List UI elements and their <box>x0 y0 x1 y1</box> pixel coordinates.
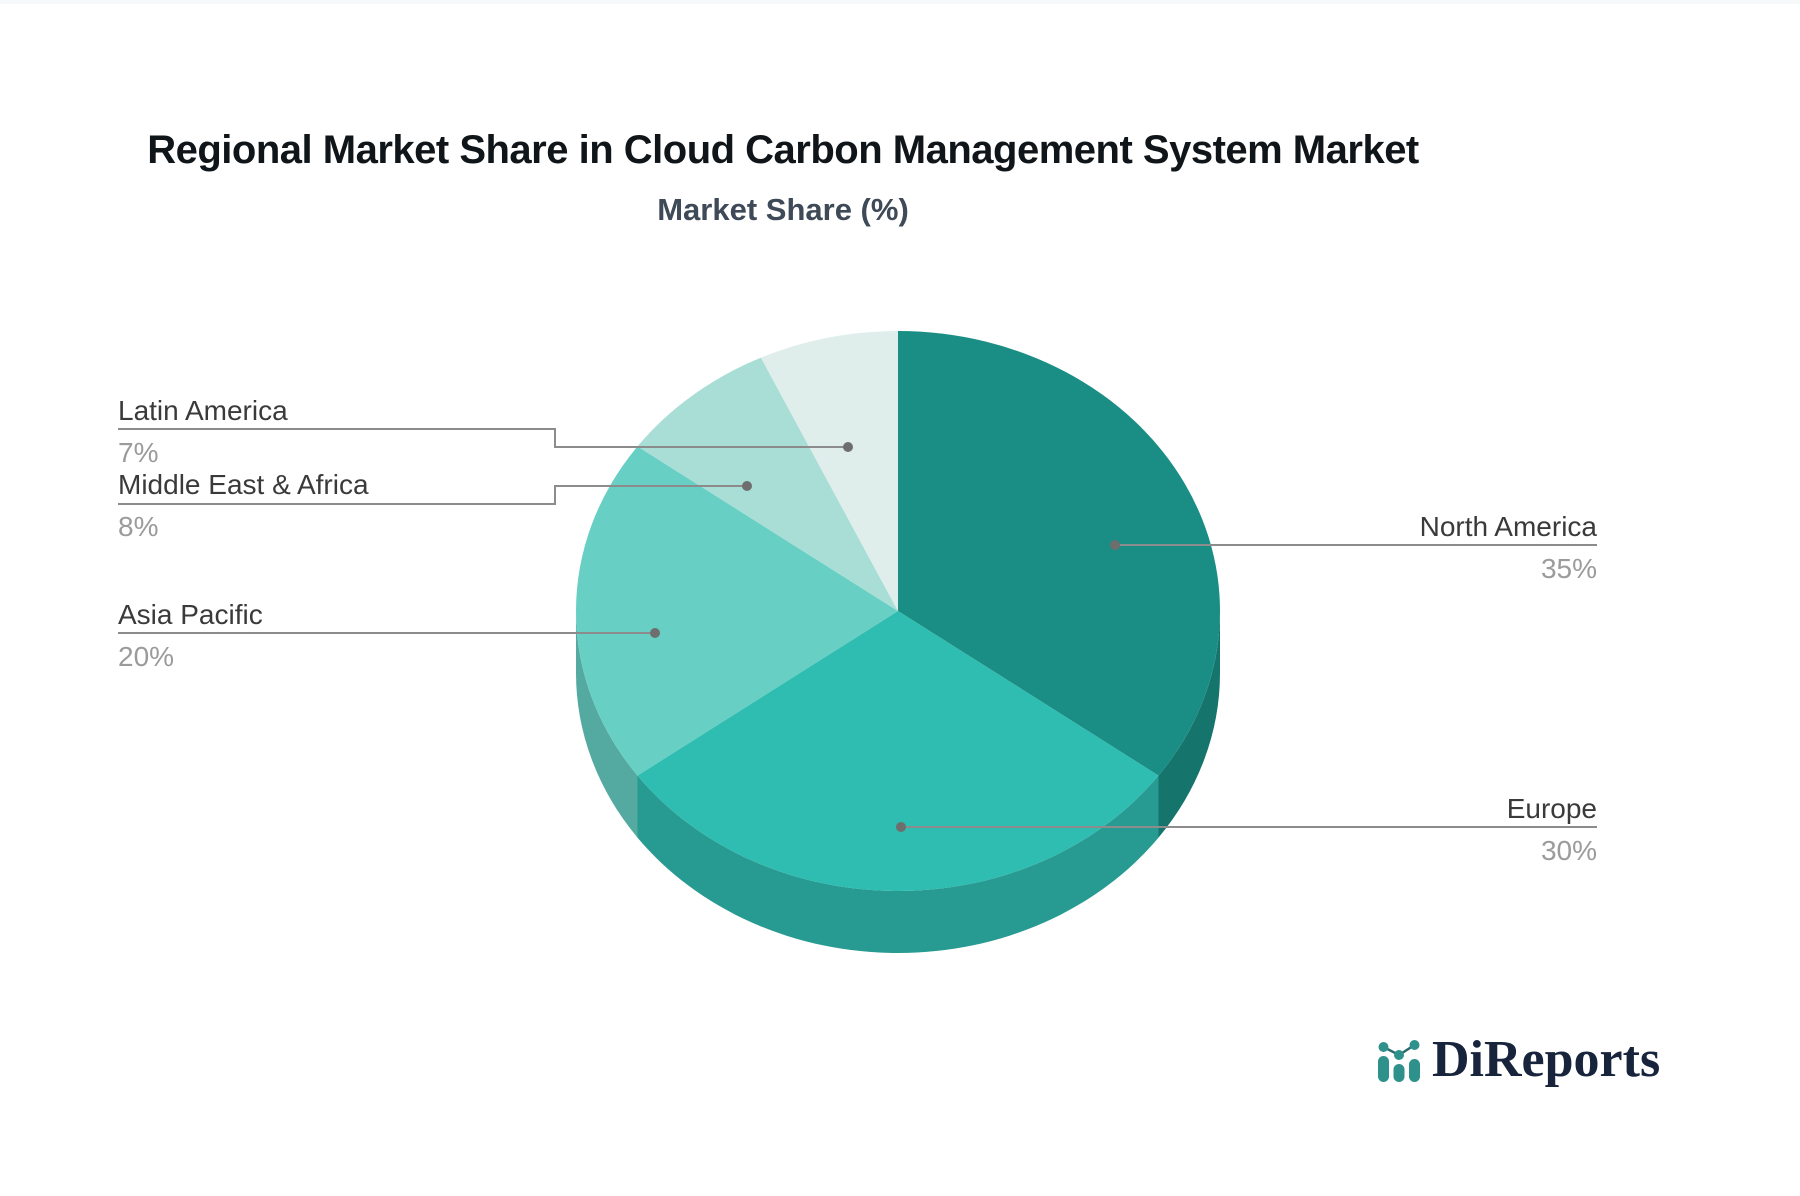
callout-latin-america: Latin America 7% <box>118 392 588 470</box>
slice-label: Latin America <box>118 392 588 429</box>
callout-middle-east-africa: Middle East & Africa 8% <box>118 466 588 544</box>
slice-label: Europe <box>1127 790 1597 827</box>
leader-dot-middle-east-africa <box>742 481 752 491</box>
slice-value: 30% <box>1127 834 1597 868</box>
callout-asia-pacific: Asia Pacific 20% <box>118 596 588 674</box>
slice-value: 8% <box>118 510 588 544</box>
slice-value: 20% <box>118 640 588 674</box>
leader-dot-latin-america <box>843 442 853 452</box>
leader-dot-asia-pacific <box>650 628 660 638</box>
slice-label: Asia Pacific <box>118 596 588 633</box>
slice-value: 35% <box>1127 552 1597 586</box>
slice-label: Middle East & Africa <box>118 466 588 503</box>
callout-north-america: North America 35% <box>1127 508 1597 586</box>
leader-dot-north-america <box>1110 540 1120 550</box>
slice-label: North America <box>1127 508 1597 545</box>
slice-value: 7% <box>118 436 588 470</box>
bar-line-chart-icon <box>1376 1038 1424 1088</box>
callout-europe: Europe 30% <box>1127 790 1597 868</box>
direports-logo: DiReports <box>1432 1030 1660 1090</box>
leader-dot-europe <box>896 822 906 832</box>
